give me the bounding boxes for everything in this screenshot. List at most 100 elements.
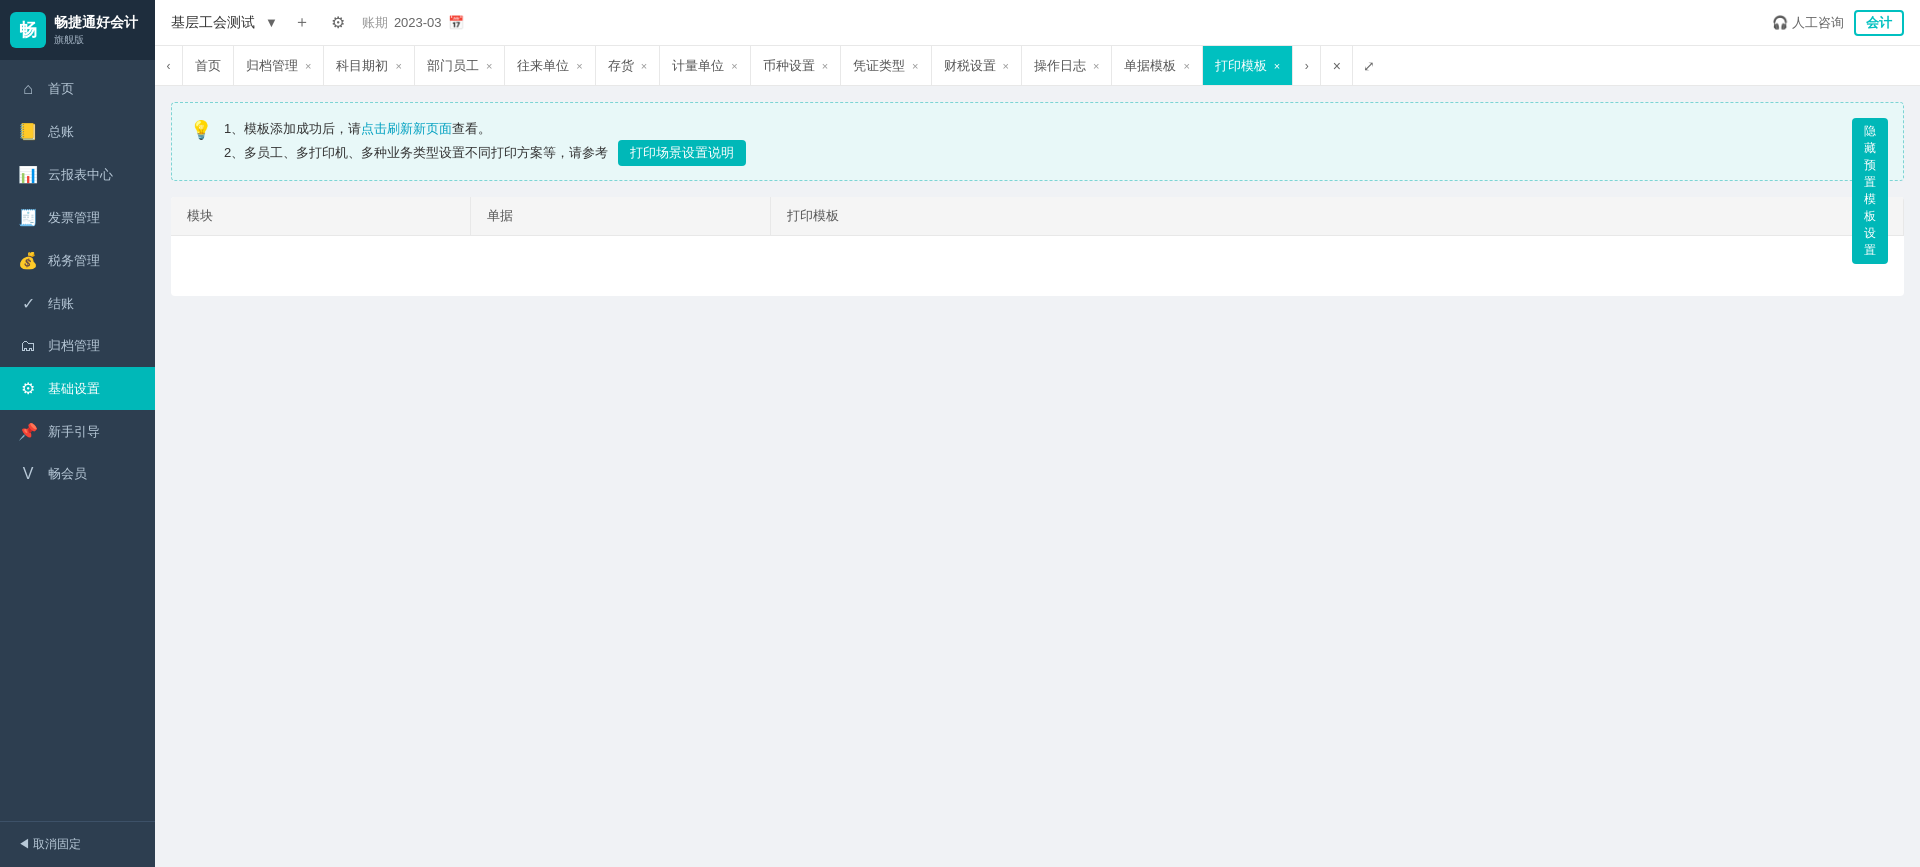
table-header-printtemplate: 打印模板 [771, 197, 1904, 235]
tab-prev-button[interactable]: ‹ [155, 46, 183, 85]
support-button[interactable]: 🎧 人工咨询 [1772, 14, 1844, 32]
page-content: 隐藏预置模板设置 💡 1、模板添加成功后，请点击刷新新页面查看。 2、多员工、多… [155, 86, 1920, 867]
sidebar: 畅 畅捷通好会计 旗舰版 ⌂首页 📒 总账 📊 云报表中心 🧾 发票管理 💰 税务管理 ✓结账🗂归… [0, 0, 155, 867]
tab-close-partner[interactable]: × [576, 60, 582, 72]
topbar-right: 🎧 人工咨询 会计 [1772, 10, 1904, 36]
tab-inventory[interactable]: 存货× [596, 46, 660, 85]
nav-label-invoice: 发票管理 [48, 209, 100, 227]
nav-icon-vip: V [18, 465, 38, 483]
tab-dept[interactable]: 部门员工 × [415, 46, 505, 85]
nav-label-report: 云报表中心 [48, 166, 113, 184]
refresh-link[interactable]: 点击刷新新页面 [361, 121, 452, 136]
nav-label-settings: 基础设置 [48, 380, 100, 398]
nav-label-vip: 畅会员 [48, 465, 87, 483]
headset-icon: 🎧 [1772, 15, 1788, 30]
tab-oplog[interactable]: 操作日志 × [1022, 46, 1112, 85]
sidebar-item-home[interactable]: ⌂首页 [0, 68, 155, 110]
tab-label-home: 首页 [195, 57, 221, 75]
tab-voucher[interactable]: 凭证类型× [841, 46, 931, 85]
nav-icon-tax: 💰 [18, 251, 38, 270]
tab-label-unit: 计量单位 [672, 57, 724, 75]
company-name[interactable]: 基层工会测试 [171, 14, 255, 32]
hide-template-button[interactable]: 隐藏预置模板设置 [1852, 118, 1888, 264]
topbar-actions: ＋ ⚙ [288, 9, 352, 37]
tab-bar: ‹首页归档管理×科目期初×部门员工×往来单位×存货×计量单位×币种设置×凭证类型… [155, 46, 1920, 86]
sidebar-logo: 畅 畅捷通好会计 旗舰版 [0, 0, 155, 60]
main-area: 基层工会测试 ▼ ＋ ⚙ 账期 2023-03 📅 🎧 人工咨询 会计 ‹首页归… [155, 0, 1920, 867]
sidebar-item-archive[interactable]: 🗂归档管理 [0, 325, 155, 367]
tab-unit[interactable]: 计量单位 × [660, 46, 750, 85]
nav-icon-ledger: 📒 [18, 122, 38, 141]
tab-label-dept: 部门员工 [427, 57, 479, 75]
nav-label-settle: 结账 [48, 295, 74, 313]
sidebar-item-settings[interactable]: ⚙ 基础设置 [0, 367, 155, 410]
tab-printtemplate[interactable]: 打印模板 × [1203, 46, 1293, 85]
tab-close-voucher[interactable]: × [912, 60, 918, 72]
period-info: 账期 2023-03 📅 [362, 14, 464, 32]
tab-subject[interactable]: 科目期初 × [324, 46, 414, 85]
tab-close-singledoc[interactable]: × [1183, 60, 1189, 72]
tab-close-currency[interactable]: × [822, 60, 828, 72]
nav-icon-home: ⌂ [18, 80, 38, 98]
calendar-icon[interactable]: 📅 [448, 15, 464, 30]
company-dropdown-icon[interactable]: ▼ [265, 15, 278, 30]
tab-label-archive: 归档管理 [246, 57, 298, 75]
nav-icon-guide: 📌 [18, 422, 38, 441]
sidebar-item-ledger[interactable]: 📒 总账 [0, 110, 155, 153]
table-header: 模块单据打印模板 [171, 197, 1904, 236]
tab-close-printtemplate[interactable]: × [1274, 60, 1280, 72]
bulb-icon: 💡 [190, 119, 212, 141]
nav-icon-settings: ⚙ [18, 379, 38, 398]
sidebar-unpin[interactable]: ◀ 取消固定 [0, 821, 155, 867]
tab-close-subject[interactable]: × [395, 60, 401, 72]
tab-home[interactable]: 首页 [183, 46, 234, 85]
tab-next-button[interactable]: › [1293, 46, 1321, 85]
tab-label-singledoc: 单据模板 [1124, 57, 1176, 75]
tab-label-oplog: 操作日志 [1034, 57, 1086, 75]
sidebar-nav: ⌂首页 📒 总账 📊 云报表中心 🧾 发票管理 💰 税务管理 ✓结账🗂归档管理 ⚙ 基础设置 📌 新手引导… [0, 60, 155, 821]
tab-archive[interactable]: 归档管理 × [234, 46, 324, 85]
tab-singledoc[interactable]: 单据模板 × [1112, 46, 1202, 85]
tab-partner[interactable]: 往来单位× [505, 46, 595, 85]
sidebar-item-vip[interactable]: V 畅会员 [0, 453, 155, 495]
sidebar-item-invoice[interactable]: 🧾 发票管理 [0, 196, 155, 239]
table-header-singledoc: 单据 [471, 197, 771, 235]
sidebar-item-tax[interactable]: 💰 税务管理 [0, 239, 155, 282]
tab-close-unit[interactable]: × [731, 60, 737, 72]
nav-label-ledger: 总账 [48, 123, 74, 141]
info-banner: 💡 1、模板添加成功后，请点击刷新新页面查看。 2、多员工、多打印机、多种业务类… [171, 102, 1904, 181]
explain-button[interactable]: 打印场景设置说明 [618, 140, 746, 166]
tab-label-currency: 币种设置 [763, 57, 815, 75]
table-body [171, 236, 1904, 296]
period-value: 2023-03 [394, 15, 442, 30]
tab-close-dept[interactable]: × [486, 60, 492, 72]
add-tab-button[interactable]: ＋ [288, 9, 316, 37]
nav-icon-report: 📊 [18, 165, 38, 184]
info-line1: 1、模板添加成功后，请点击刷新新页面查看。 [224, 117, 746, 140]
account-button[interactable]: 会计 [1854, 10, 1904, 36]
tab-close-oplog[interactable]: × [1093, 60, 1099, 72]
logo-sub-title: 旗舰版 [54, 33, 138, 47]
settings-button[interactable]: ⚙ [324, 9, 352, 37]
tab-close-financial[interactable]: × [1003, 60, 1009, 72]
nav-label-archive: 归档管理 [48, 337, 100, 355]
tab-expand-button[interactable]: ⤢ [1353, 46, 1385, 85]
logo-icon: 畅 [10, 12, 46, 48]
sidebar-item-report[interactable]: 📊 云报表中心 [0, 153, 155, 196]
tab-close-inventory[interactable]: × [641, 60, 647, 72]
nav-icon-invoice: 🧾 [18, 208, 38, 227]
tab-close-all-button[interactable]: × [1321, 46, 1353, 85]
tab-financial[interactable]: 财税设置× [932, 46, 1022, 85]
nav-label-tax: 税务管理 [48, 252, 100, 270]
sidebar-item-settle[interactable]: ✓结账 [0, 282, 155, 325]
sidebar-item-guide[interactable]: 📌 新手引导 [0, 410, 155, 453]
tab-close-archive[interactable]: × [305, 60, 311, 72]
period-label: 账期 [362, 14, 388, 32]
account-label: 会计 [1866, 15, 1892, 30]
tab-label-subject: 科目期初 [336, 57, 388, 75]
tab-label-printtemplate: 打印模板 [1215, 57, 1267, 75]
top-bar: 基层工会测试 ▼ ＋ ⚙ 账期 2023-03 📅 🎧 人工咨询 会计 [155, 0, 1920, 46]
tab-currency[interactable]: 币种设置 × [751, 46, 841, 85]
nav-label-guide: 新手引导 [48, 423, 100, 441]
logo-main-title: 畅捷通好会计 [54, 13, 138, 33]
